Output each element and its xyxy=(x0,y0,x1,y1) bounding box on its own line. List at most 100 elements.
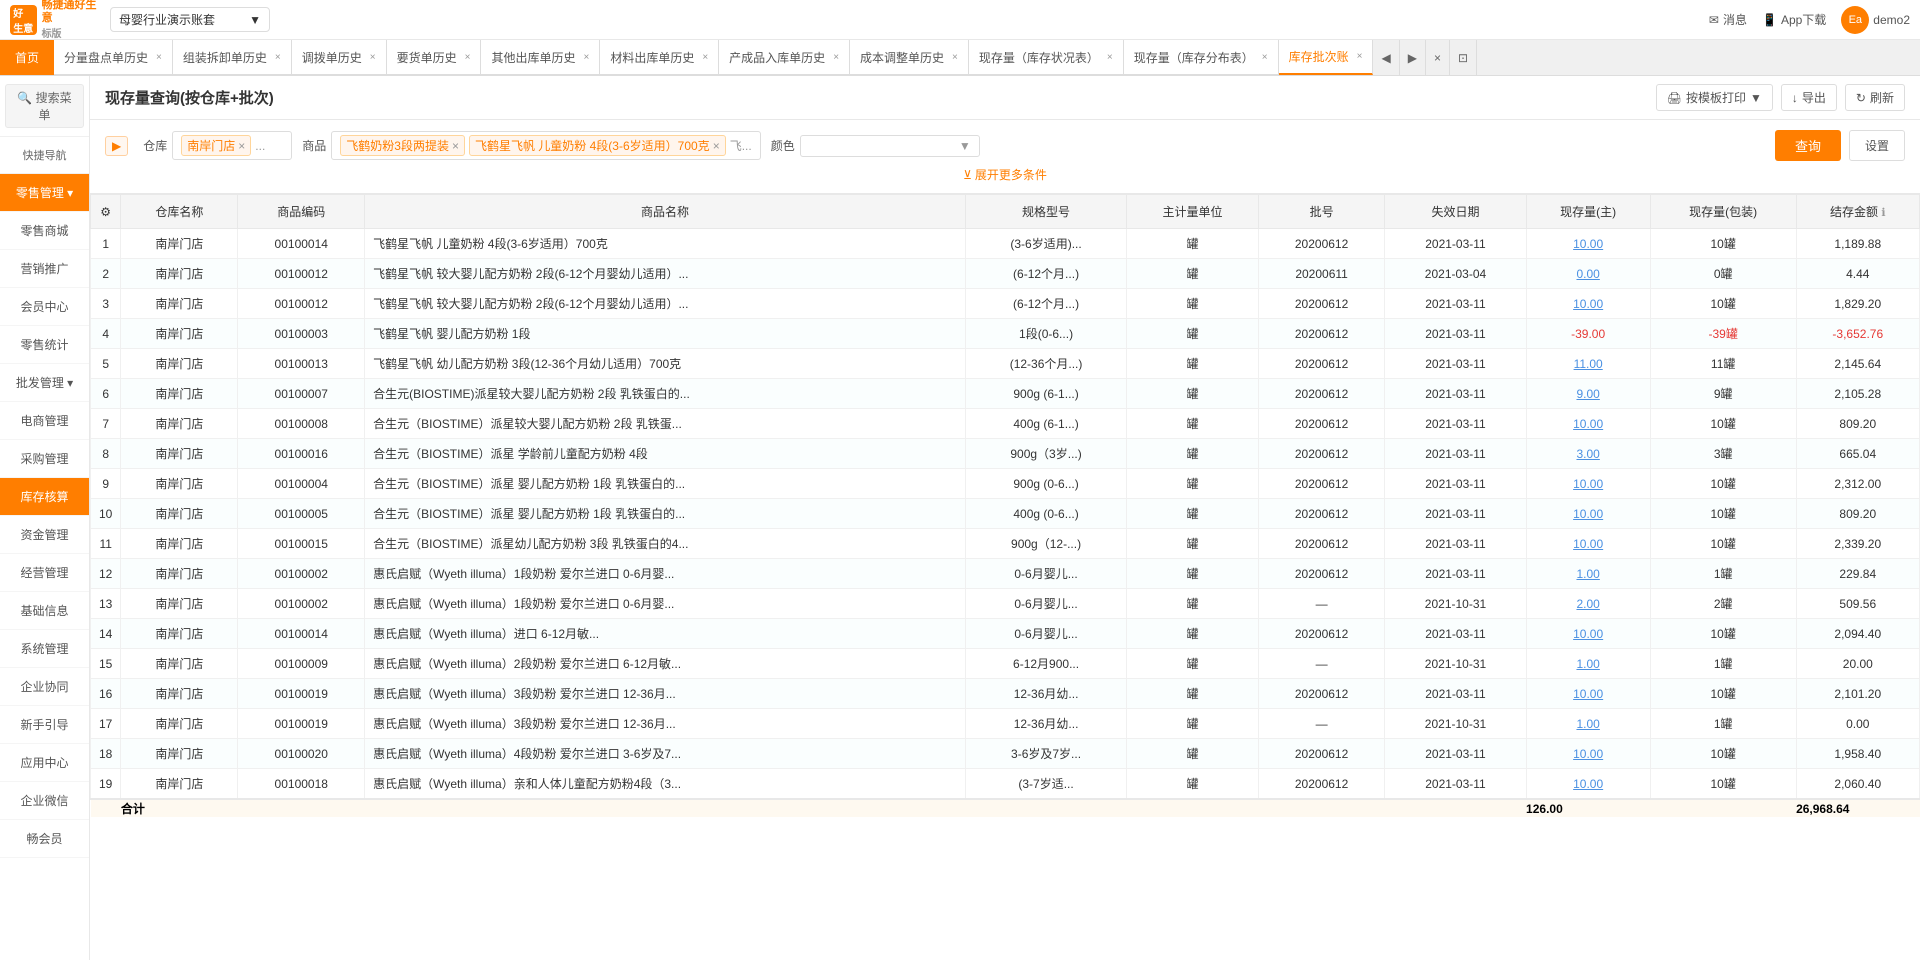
tab-close-fenliangpandian[interactable]: × xyxy=(156,52,162,63)
cell-qty-main[interactable]: 10.00 xyxy=(1526,619,1650,649)
cell-no: 18 xyxy=(91,739,121,769)
cell-qty-main[interactable]: 1.00 xyxy=(1526,559,1650,589)
cell-amount: 2,094.40 xyxy=(1796,619,1919,649)
cell-qty-main[interactable]: 10.00 xyxy=(1526,289,1650,319)
tab-kucunzhuangkuang[interactable]: 现存量（库存状况表）× xyxy=(969,40,1124,75)
cell-unit: 罐 xyxy=(1127,679,1258,709)
sidebar-item-11[interactable]: 基础信息 xyxy=(0,592,89,630)
sidebar-item-14[interactable]: 新手引导 xyxy=(0,706,89,744)
expand-more-button[interactable]: ⊻ 展开更多条件 xyxy=(105,166,1905,183)
cell-qty-main[interactable]: -39.00 xyxy=(1526,319,1650,349)
tab-kucunfenbu[interactable]: 现存量（库存分布表）× xyxy=(1124,40,1279,75)
cell-qty-main[interactable]: 0.00 xyxy=(1526,259,1650,289)
quick-nav-item[interactable]: 快捷导航 xyxy=(0,142,89,168)
search-menu-button[interactable]: 🔍 搜索菜单 xyxy=(5,84,84,128)
cell-no: 1 xyxy=(91,229,121,259)
cell-qty-main[interactable]: 2.00 xyxy=(1526,589,1650,619)
user-menu[interactable]: Ea demo2 xyxy=(1841,6,1910,34)
tab-next-btn[interactable]: ▶ xyxy=(1400,40,1426,75)
tab-close-zuzhuangchaijian[interactable]: × xyxy=(275,52,281,63)
product-tag-0-close[interactable]: × xyxy=(452,139,459,153)
cell-qty-main[interactable]: 3.00 xyxy=(1526,439,1650,469)
cell-qty-main[interactable]: 9.00 xyxy=(1526,379,1650,409)
tab-close-kucunzhuangkuang[interactable]: × xyxy=(1107,52,1113,63)
print-button[interactable]: 🖨 按模板打印 ▼ xyxy=(1656,84,1773,111)
sidebar-item-8[interactable]: 库存核算 xyxy=(0,478,89,516)
export-button[interactable]: ↓ 导出 xyxy=(1781,84,1837,111)
cell-qty-pkg: 10罐 xyxy=(1650,529,1796,559)
tab-close-cailiaocukudan[interactable]: × xyxy=(702,52,708,63)
sidebar-item-2[interactable]: 营销推广 xyxy=(0,250,89,288)
cell-qty-main[interactable]: 10.00 xyxy=(1526,409,1650,439)
cell-amount: 2,105.28 xyxy=(1796,379,1919,409)
search-button[interactable]: 查询 xyxy=(1775,130,1841,161)
tab-close-yaohuodanls[interactable]: × xyxy=(465,52,471,63)
tab-chengbentiaozhendan[interactable]: 成本调整单历史× xyxy=(850,40,969,75)
amount-info-icon[interactable]: ℹ xyxy=(1881,207,1885,219)
tab-close-kucunfenbu[interactable]: × xyxy=(1262,52,1268,63)
tab-close-qtcukudan[interactable]: × xyxy=(583,52,589,63)
sidebar-item-13[interactable]: 企业协同 xyxy=(0,668,89,706)
color-filter-container[interactable]: ▼ xyxy=(800,135,980,157)
tab-cailiaocukudan[interactable]: 材料出库单历史× xyxy=(600,40,719,75)
sidebar-item-1[interactable]: 零售商城 xyxy=(0,212,89,250)
tab-close-kucunpicizh[interactable]: × xyxy=(1357,51,1363,62)
sidebar-item-5[interactable]: 批发管理 ▾ xyxy=(0,364,89,402)
warehouse-tag-close[interactable]: × xyxy=(238,139,245,153)
tab-close-diaobodanls[interactable]: × xyxy=(370,52,376,63)
setting-button[interactable]: 设置 xyxy=(1849,130,1905,161)
message-button[interactable]: ✉ 消息 xyxy=(1709,11,1747,28)
tab-qtcukudan[interactable]: 其他出库单历史× xyxy=(481,40,600,75)
cell-qty-main[interactable]: 10.00 xyxy=(1526,679,1650,709)
tab-kucunpicizh[interactable]: 库存批次账× xyxy=(1279,40,1374,75)
tab-diaobodanls[interactable]: 调拨单历史× xyxy=(292,40,387,75)
sidebar-item-16[interactable]: 企业微信 xyxy=(0,782,89,820)
sidebar-item-3[interactable]: 会员中心 xyxy=(0,288,89,326)
cell-qty-main[interactable]: 10.00 xyxy=(1526,769,1650,800)
tab-menu-btn[interactable]: ⊡ xyxy=(1450,40,1477,75)
tab-close-all-btn[interactable]: × xyxy=(1426,40,1450,75)
app-download-button[interactable]: 📱 App下载 xyxy=(1762,11,1826,28)
sidebar-item-15[interactable]: 应用中心 xyxy=(0,744,89,782)
cell-qty-main[interactable]: 11.00 xyxy=(1526,349,1650,379)
cell-expiry: 2021-03-11 xyxy=(1385,529,1526,559)
company-selector[interactable]: 母婴行业演示账套 ▼ xyxy=(110,7,270,32)
tab-fenliangpandian[interactable]: 分量盘点单历史× xyxy=(54,40,173,75)
cell-no: 4 xyxy=(91,319,121,349)
cell-qty-main[interactable]: 10.00 xyxy=(1526,739,1650,769)
sidebar-item-12[interactable]: 系统管理 xyxy=(0,630,89,668)
refresh-button[interactable]: ↻ 刷新 xyxy=(1845,84,1905,111)
sidebar-item-17[interactable]: 畅会员 xyxy=(0,820,89,858)
cell-unit: 罐 xyxy=(1127,259,1258,289)
tab-close-chandaopin[interactable]: × xyxy=(833,52,839,63)
product-tag-container[interactable]: 飞鹤奶粉3段两提装 × 飞鹤星飞帆 儿童奶粉 4段(3-6岁适用）700克 × … xyxy=(331,131,760,160)
cell-qty-main[interactable]: 10.00 xyxy=(1526,529,1650,559)
sidebar-item-10[interactable]: 经营管理 xyxy=(0,554,89,592)
col-settings[interactable]: ⚙ xyxy=(91,195,121,229)
tab-yaohuodanls[interactable]: 要货单历史× xyxy=(387,40,482,75)
expand-filter-button[interactable]: ▶ xyxy=(105,136,128,156)
tab-chandaopin[interactable]: 产成品入库单历史× xyxy=(719,40,850,75)
cell-qty-main[interactable]: 10.00 xyxy=(1526,229,1650,259)
product-tag-1-close[interactable]: × xyxy=(713,139,720,153)
warehouse-ellipsis[interactable]: ... xyxy=(255,139,265,153)
tab-close-chengbentiaozhendan[interactable]: × xyxy=(952,52,958,63)
sidebar-item-4[interactable]: 零售统计 xyxy=(0,326,89,364)
sidebar-item-9[interactable]: 资金管理 xyxy=(0,516,89,554)
sidebar-item-0[interactable]: 零售管理 ▾ xyxy=(0,174,89,212)
tab-prev-btn[interactable]: ◀ xyxy=(1373,40,1399,75)
cell-expiry: 2021-03-11 xyxy=(1385,229,1526,259)
sidebar-item-7[interactable]: 采购管理 xyxy=(0,440,89,478)
cell-expiry: 2021-03-11 xyxy=(1385,319,1526,349)
cell-qty-main[interactable]: 10.00 xyxy=(1526,499,1650,529)
cell-no: 14 xyxy=(91,619,121,649)
tab-zuzhuangchaijian[interactable]: 组装拆卸单历史× xyxy=(173,40,292,75)
sidebar-item-6[interactable]: 电商管理 xyxy=(0,402,89,440)
cell-qty-main[interactable]: 1.00 xyxy=(1526,709,1650,739)
product-ellipsis[interactable]: 飞... xyxy=(730,137,752,154)
cell-qty-main[interactable]: 10.00 xyxy=(1526,469,1650,499)
cell-spec: 0-6月婴儿... xyxy=(965,559,1126,589)
tab-home[interactable]: 首页 xyxy=(0,40,54,75)
cell-qty-main[interactable]: 1.00 xyxy=(1526,649,1650,679)
warehouse-tag-container[interactable]: 南岸门店 × ... xyxy=(172,131,292,160)
